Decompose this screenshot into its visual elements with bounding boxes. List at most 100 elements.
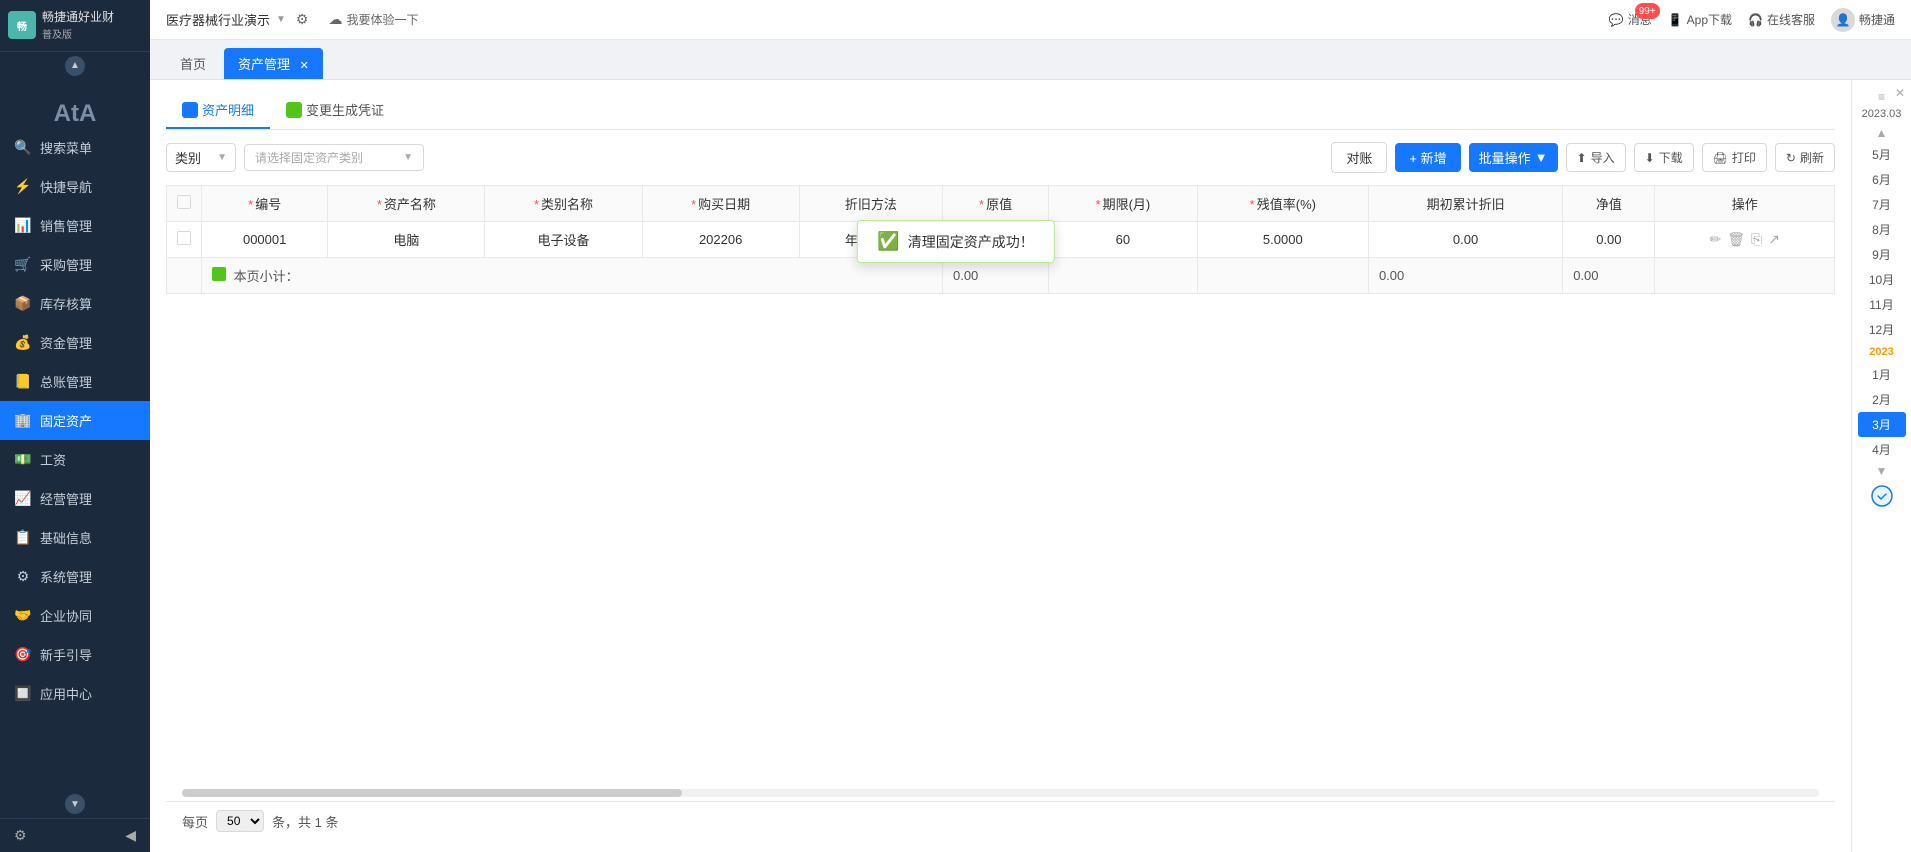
category-filter-input[interactable]: 请选择固定资产类别 ▼ [244, 144, 424, 171]
sidebar-item-funds[interactable]: 💰 资金管理 [0, 323, 150, 362]
cal-item-12[interactable]: 12月 [1858, 317, 1906, 342]
tabs-bar: 首页 资产管理 ✕ [150, 40, 1911, 80]
sidebar-item-app-center[interactable]: 🔲 应用中心 [0, 674, 150, 713]
app-version: 普及版 [42, 26, 114, 41]
cal-up-arrow[interactable]: ▲ [1874, 124, 1890, 142]
print-button[interactable]: 🖨 打印 [1702, 143, 1767, 172]
company-dropdown-arrow: ▼ [276, 14, 286, 25]
cal-item-5[interactable]: 5月 [1858, 142, 1906, 167]
sub-tab-change-voucher[interactable]: 变更生成凭证 [270, 92, 400, 129]
cal-item-2[interactable]: 2月 [1858, 387, 1906, 412]
sidebar-item-purchase[interactable]: 🛒 采购管理 [0, 245, 150, 284]
footer-settings-icon[interactable]: ⚙ [14, 827, 27, 844]
download-button[interactable]: ⬇ 下载 [1634, 143, 1694, 172]
main-area: 医疗器械行业演示 ▼ ⚙ ☁ 我要体验一下 💬 消息 99+ 📱 App下载 🎧… [150, 0, 1911, 852]
more-icon[interactable]: ↗ [1768, 231, 1780, 248]
sub-tab-asset-detail[interactable]: 资产明细 [166, 92, 270, 129]
sidebar-item-base-info[interactable]: 📋 基础信息 [0, 518, 150, 557]
import-button[interactable]: ⬆ 导入 [1566, 143, 1626, 172]
topbar-settings-icon[interactable]: ⚙ [296, 11, 309, 28]
app-download-button[interactable]: 📱 App下载 [1668, 11, 1732, 28]
sidebar-scroll-up[interactable]: ▲ [0, 52, 150, 80]
sidebar-item-enterprise[interactable]: 🤝 企业协同 [0, 596, 150, 635]
sidebar-item-label: 库存核算 [40, 294, 92, 313]
row-checkbox[interactable] [177, 231, 191, 245]
cal-item-1[interactable]: 1月 [1858, 362, 1906, 387]
category-filter-select[interactable]: 类别 ▼ [166, 143, 236, 172]
header-checkbox[interactable] [177, 195, 191, 209]
right-panel-header: 2023.03 [1862, 108, 1902, 120]
tab-asset-management[interactable]: 资产管理 ✕ [224, 48, 323, 79]
user-menu[interactable]: 👤 畅捷通 [1831, 8, 1895, 32]
sidebar-item-inventory[interactable]: 📦 库存核算 [0, 284, 150, 323]
scroll-thumb[interactable] [182, 789, 682, 797]
sidebar-item-system[interactable]: ⚙ 系统管理 [0, 557, 150, 596]
sidebar-scroll-down[interactable]: ▼ [0, 790, 150, 818]
cal-item-9[interactable]: 9月 [1858, 242, 1906, 267]
cal-item-7[interactable]: 7月 [1858, 192, 1906, 217]
sidebar-item-ops[interactable]: 📈 经营管理 [0, 479, 150, 518]
col-purchase-date: *购买日期 [642, 186, 799, 222]
row-actions: ✏ 🗑 ⎘ ↗ [1665, 231, 1824, 248]
subtotal-label: 本页小计： [234, 269, 299, 284]
cal-down-arrow[interactable]: ▼ [1874, 462, 1890, 480]
purchase-icon: 🛒 [14, 256, 32, 273]
cal-item-4[interactable]: 4月 [1858, 437, 1906, 462]
tab-close-icon[interactable]: ✕ [300, 60, 309, 72]
horizontal-scrollbar[interactable] [182, 789, 1819, 797]
edit-icon[interactable]: ✏ [1710, 231, 1722, 248]
sidebar-header: 畅 畅捷通好业财 普及版 [0, 0, 150, 52]
cal-item-3-current[interactable]: 3月 [1858, 412, 1906, 437]
subtotal-net: 0.00 [1563, 258, 1655, 294]
cal-year-2023[interactable]: 2023 [1858, 342, 1906, 362]
sidebar-item-label: 经营管理 [40, 489, 92, 508]
cal-item-8[interactable]: 8月 [1858, 217, 1906, 242]
cal-item-10[interactable]: 10月 [1858, 267, 1906, 292]
cell-residual-rate: 5.0000 [1197, 222, 1368, 258]
sidebar-item-quick-nav[interactable]: ⚡ 快捷导航 [0, 167, 150, 206]
sidebar-item-sales[interactable]: 📊 销售管理 [0, 206, 150, 245]
system-icon: ⚙ [14, 568, 32, 585]
funds-icon: 💰 [14, 334, 32, 351]
col-period: *期限(月) [1049, 186, 1198, 222]
batch-dropdown-arrow: ▼ [1535, 150, 1548, 165]
import-icon: ⬆ [1577, 151, 1587, 165]
cal-item-6[interactable]: 6月 [1858, 167, 1906, 192]
online-support-button[interactable]: 🎧 在线客服 [1748, 11, 1815, 28]
cell-period: 60 [1049, 222, 1198, 258]
col-depreciation-method: 折旧方法 [799, 186, 942, 222]
refresh-button[interactable]: ↻ 刷新 [1775, 143, 1835, 172]
batch-button[interactable]: 批量操作 ▼ [1469, 143, 1558, 172]
category-input-arrow: ▼ [403, 152, 413, 163]
messages-button[interactable]: 💬 消息 99+ [1609, 11, 1652, 28]
sidebar-item-guide[interactable]: 🎯 新手引导 [0, 635, 150, 674]
sidebar-footer: ⚙ ◀ [0, 818, 150, 852]
cal-item-11[interactable]: 11月 [1858, 292, 1906, 317]
scroll-up-button[interactable]: ▲ [65, 56, 85, 76]
col-name: *资产名称 [328, 186, 485, 222]
sidebar-item-label: 企业协同 [40, 606, 92, 625]
tab-home[interactable]: 首页 [166, 48, 220, 79]
sidebar-item-fixed-assets[interactable]: 🏢 固定资产 [0, 401, 150, 440]
copy-icon[interactable]: ⎘ [1751, 231, 1762, 248]
per-page-select[interactable]: 50 [216, 810, 264, 832]
right-panel-close-icon[interactable]: ✕ [1895, 86, 1905, 100]
reconcile-button[interactable]: 对账 [1331, 142, 1387, 173]
new-button[interactable]: + 新增 [1395, 143, 1460, 172]
base-info-icon: 📋 [14, 529, 32, 546]
sidebar-item-label: 新手引导 [40, 645, 92, 664]
delete-icon[interactable]: 🗑 [1727, 231, 1745, 248]
sidebar-item-ledger[interactable]: 📒 总账管理 [0, 362, 150, 401]
sidebar-item-search[interactable]: 🔍 搜索菜单 [0, 128, 150, 167]
sidebar-item-payroll[interactable]: 💵 工资 [0, 440, 150, 479]
footer-collapse-icon[interactable]: ◀ [125, 827, 136, 844]
feedback-button[interactable]: ☁ 我要体验一下 [328, 11, 418, 28]
company-selector[interactable]: 医疗器械行业演示 ▼ [166, 10, 286, 29]
scroll-down-button[interactable]: ▼ [65, 794, 85, 814]
guide-icon: 🎯 [14, 646, 32, 663]
search-icon: 🔍 [14, 139, 32, 156]
company-name: 医疗器械行业演示 [166, 10, 270, 29]
app-download-label: App下载 [1687, 11, 1732, 28]
cal-expand-icon[interactable]: ≡ [1878, 90, 1885, 104]
enterprise-icon: 🤝 [14, 607, 32, 624]
